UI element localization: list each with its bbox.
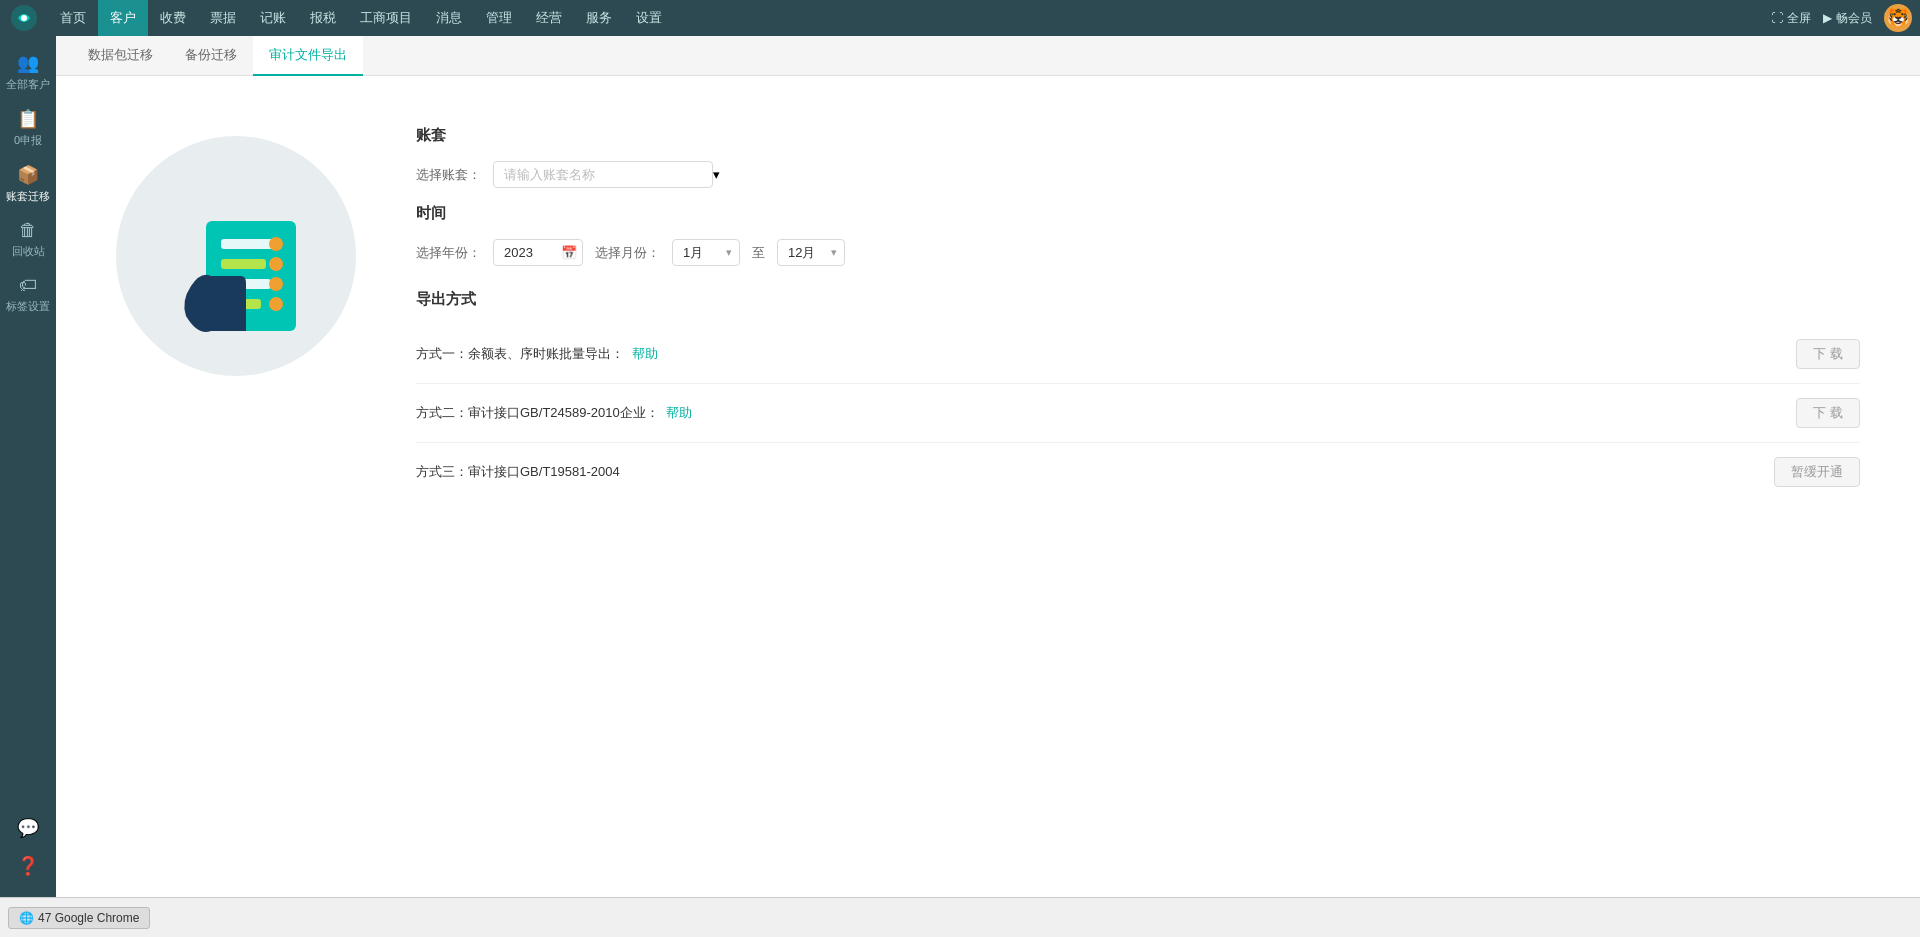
nav-item-fee[interactable]: 收费 [148,0,198,36]
avatar[interactable]: 🐯 [1884,4,1912,32]
account-select-label: 选择账套： [416,166,481,184]
fullscreen-label: 全屏 [1787,10,1811,27]
svg-point-1 [21,15,27,21]
sidebar-item-tag[interactable]: 🏷 标签设置 [0,267,56,322]
year-input[interactable] [493,239,583,266]
chrome-icon: 🌐 [19,911,34,925]
account-chevron-icon: ▾ [713,167,720,182]
vip-icon: ▶ [1823,11,1832,25]
nav-item-bookkeeping[interactable]: 记账 [248,0,298,36]
method-1-download-button[interactable]: 下 载 [1796,339,1860,369]
export-method-1-row: 方式一：余额表、序时账批量导出： 帮助 下 载 [416,325,1860,384]
illustration-area [116,116,356,857]
tab-audit-export[interactable]: 审计文件导出 [253,36,363,76]
month-end-select[interactable]: 1月2月3月4月 5月6月7月8月 9月10月11月12月 [777,239,845,266]
nav-item-service[interactable]: 服务 [574,0,624,36]
sidebar-item-label: 全部客户 [6,77,50,92]
tab-backup-migration[interactable]: 备份迁移 [169,36,253,76]
account-row: 选择账套： ▾ [416,161,1860,188]
sidebar-item-chat[interactable]: 💬 [0,809,56,847]
svg-rect-4 [221,259,266,269]
method-3-label: 方式三：审计接口GB/T19581-2004 [416,464,620,479]
account-input[interactable] [493,161,713,188]
content-area: 数据包迁移 备份迁移 审计文件导出 [56,36,1920,897]
nav-item-business2[interactable]: 经营 [524,0,574,36]
time-row: 选择年份： 📅 选择月份： 1月2月3月4月 5月6月7月8月 9月10月11月… [416,239,1860,266]
help-icon: ❓ [17,855,39,877]
nav-right: ⛶ 全屏 ▶ 畅会员 🐯 [1771,4,1912,32]
method-2-download-button[interactable]: 下 载 [1796,398,1860,428]
top-nav: 首页 客户 收费 票据 记账 报税 工商项目 消息 管理 经营 服务 设置 ⛶ … [0,0,1920,36]
taskbar-chrome-item[interactable]: 🌐 47 Google Chrome [8,907,150,929]
export-method-2-text: 方式二：审计接口GB/T24589-2010企业： 帮助 [416,404,692,422]
vip-label: 畅会员 [1836,10,1872,27]
month-start-select[interactable]: 1月2月3月4月 5月6月7月8月 9月10月11月12月 [672,239,740,266]
fullscreen-icon: ⛶ [1771,11,1783,25]
form-area: 账套 选择账套： ▾ 时间 选择年份： 📅 选择月份： [416,116,1860,857]
method-2-help-link[interactable]: 帮助 [666,405,692,420]
nav-item-home[interactable]: 首页 [48,0,98,36]
migration-icon: 📦 [17,164,39,186]
account-section-title: 账套 [416,126,1860,145]
nav-item-customer[interactable]: 客户 [98,0,148,36]
sidebar-item-help[interactable]: ❓ [0,847,56,885]
sidebar-item-label: 回收站 [12,244,45,259]
left-sidebar: 👥 全部客户 📋 0申报 📦 账套迁移 🗑 回收站 🏷 标签设置 💬 ❓ [0,36,56,897]
nav-item-tax[interactable]: 报税 [298,0,348,36]
main-layout: 👥 全部客户 📋 0申报 📦 账套迁移 🗑 回收站 🏷 标签设置 💬 ❓ [0,36,1920,897]
to-label: 至 [752,244,765,262]
method-1-label: 方式一：余额表、序时账批量导出： [416,346,624,361]
tabs-bar: 数据包迁移 备份迁移 审计文件导出 [56,36,1920,76]
sidebar-item-zero-declare[interactable]: 📋 0申报 [0,100,56,156]
export-method-3-text: 方式三：审计接口GB/T19581-2004 [416,463,620,481]
taskbar: 🌐 47 Google Chrome [0,897,1920,937]
zero-declare-icon: 📋 [17,108,39,130]
taskbar-label: 47 Google Chrome [38,911,139,925]
nav-item-message[interactable]: 消息 [424,0,474,36]
svg-point-10 [269,297,283,311]
sidebar-item-all-customers[interactable]: 👥 全部客户 [0,44,56,100]
tab-data-migration[interactable]: 数据包迁移 [72,36,169,76]
vip-button[interactable]: ▶ 畅会员 [1823,10,1872,27]
account-select-wrapper: ▾ [493,161,720,188]
nav-item-business[interactable]: 工商项目 [348,0,424,36]
time-section-title: 时间 [416,204,1860,223]
export-section-title: 导出方式 [416,290,1860,309]
chat-icon: 💬 [17,817,39,839]
svg-point-9 [269,277,283,291]
month-label: 选择月份： [595,244,660,262]
svg-point-7 [269,237,283,251]
sidebar-item-label: 账套迁移 [6,189,50,204]
export-method-1-text: 方式一：余额表、序时账批量导出： 帮助 [416,345,658,363]
recycle-icon: 🗑 [19,220,37,241]
method-2-label: 方式二：审计接口GB/T24589-2010企业： [416,405,659,420]
all-customers-icon: 👥 [17,52,39,74]
svg-rect-3 [221,239,276,249]
export-method-2-row: 方式二：审计接口GB/T24589-2010企业： 帮助 下 载 [416,384,1860,443]
svg-point-8 [269,257,283,271]
illustration-circle [116,136,356,376]
page-content: 账套 选择账套： ▾ 时间 选择年份： 📅 选择月份： [56,76,1920,897]
sidebar-item-migration[interactable]: 📦 账套迁移 [0,156,56,212]
sidebar-item-label: 标签设置 [6,299,50,314]
tag-icon: 🏷 [19,275,37,296]
nav-item-invoice[interactable]: 票据 [198,0,248,36]
fullscreen-button[interactable]: ⛶ 全屏 [1771,10,1811,27]
sidebar-item-label: 0申报 [14,133,42,148]
export-section: 导出方式 方式一：余额表、序时账批量导出： 帮助 下 载 方式二：审计接口GB/… [416,290,1860,501]
nav-items: 首页 客户 收费 票据 记账 报税 工商项目 消息 管理 经营 服务 设置 [48,0,1771,36]
nav-item-manage[interactable]: 管理 [474,0,524,36]
month-select-wrapper: 1月2月3月4月 5月6月7月8月 9月10月11月12月 ▾ [672,239,740,266]
month-end-select-wrapper: 1月2月3月4月 5月6月7月8月 9月10月11月12月 ▾ [777,239,845,266]
method-1-help-link[interactable]: 帮助 [632,346,658,361]
year-label: 选择年份： [416,244,481,262]
export-method-3-row: 方式三：审计接口GB/T19581-2004 暂缓开通 [416,443,1860,501]
sidebar-item-recycle[interactable]: 🗑 回收站 [0,212,56,267]
method-3-unlock-button[interactable]: 暂缓开通 [1774,457,1860,487]
logo [8,2,40,34]
year-input-wrapper: 📅 [493,239,583,266]
nav-item-settings[interactable]: 设置 [624,0,674,36]
